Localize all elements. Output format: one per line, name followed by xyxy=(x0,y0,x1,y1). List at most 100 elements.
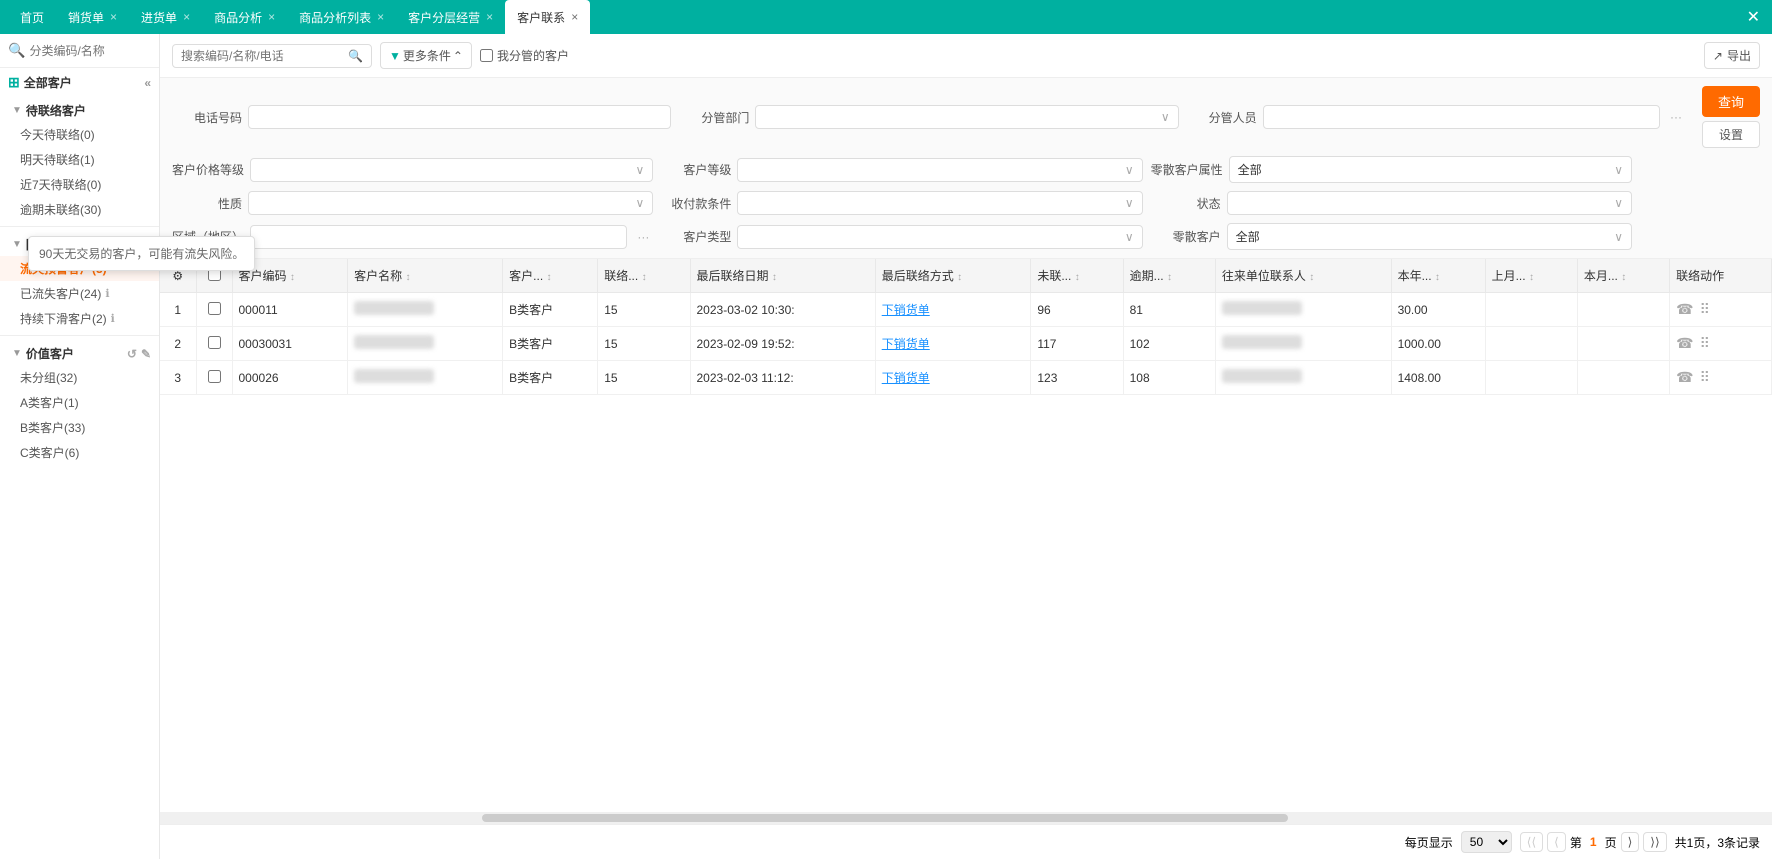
cell-action-2[interactable]: ☎ ⠿ xyxy=(1670,361,1772,395)
collapse-icon[interactable]: « xyxy=(144,76,151,90)
refresh-icon[interactable]: ↺ xyxy=(127,347,137,361)
price-level-select[interactable]: ∨ xyxy=(250,158,653,182)
sidebar-group-pending[interactable]: ▼ 待联络客户 xyxy=(0,97,159,122)
search-submit-icon[interactable]: 🔍 xyxy=(348,49,363,63)
close-purchase-tab-icon[interactable]: × xyxy=(183,10,190,24)
group-arrow-icon: ▼ xyxy=(12,105,22,116)
export-icon: ↗ xyxy=(1713,49,1723,63)
retail-arrow-icon: ∨ xyxy=(1614,230,1623,244)
action-more-icon-2[interactable]: ⠿ xyxy=(1700,369,1710,386)
action-phone-icon-2[interactable]: ☎ xyxy=(1676,369,1693,386)
prev-page-button[interactable]: ⟨ xyxy=(1547,832,1566,852)
th-contact-person[interactable]: 往来单位联系人 xyxy=(1215,259,1391,293)
phone-input[interactable] xyxy=(248,105,671,129)
row-checkbox-0[interactable] xyxy=(208,302,221,315)
nav-tab-customer-contact[interactable]: 客户联系 × xyxy=(505,0,590,34)
sidebar-group-value[interactable]: ▼ 价值客户 ↺ ✎ xyxy=(0,340,159,365)
region-dots-icon[interactable]: ··· xyxy=(633,230,653,244)
horizontal-scrollbar[interactable] xyxy=(160,812,1772,824)
export-button[interactable]: ↗ 导出 xyxy=(1704,42,1760,69)
cell-last-method-0[interactable]: 下销货单 xyxy=(875,293,1031,327)
nav-tab-sales[interactable]: 销货单 × xyxy=(56,0,129,34)
more-conditions-button[interactable]: ▼ 更多条件 ⌃ xyxy=(380,42,472,69)
nav-tab-customer-tier[interactable]: 客户分层经营 × xyxy=(396,0,505,34)
row-checkbox-2[interactable] xyxy=(208,370,221,383)
nav-tab-analysis[interactable]: 商品分析 × xyxy=(202,0,287,34)
sidebar-item-class-c[interactable]: C类客户(6) xyxy=(0,440,159,465)
nav-tab-home[interactable]: 首页 xyxy=(8,0,56,34)
sidebar-item-class-b[interactable]: B类客户(33) xyxy=(0,415,159,440)
sidebar-item-7days[interactable]: 近7天待联络(0) xyxy=(0,172,159,197)
row-checkbox-1[interactable] xyxy=(208,336,221,349)
retail-select[interactable]: 全部 ∨ xyxy=(1227,223,1632,250)
nav-tab-analysis-list[interactable]: 商品分析列表 × xyxy=(287,0,396,34)
sidebar-item-class-a[interactable]: A类客户(1) xyxy=(0,390,159,415)
cell-last-method-1[interactable]: 下销货单 xyxy=(875,327,1031,361)
retail-attr-select[interactable]: 全部 ∨ xyxy=(1229,156,1632,183)
edit-value-icon[interactable]: ✎ xyxy=(141,347,151,361)
my-customers-checkbox[interactable] xyxy=(480,49,493,62)
group-value-label: 价值客户 xyxy=(26,345,74,362)
nature-select[interactable]: ∨ xyxy=(248,191,653,215)
status-select[interactable]: ∨ xyxy=(1227,191,1632,215)
th-last-month[interactable]: 上月... xyxy=(1485,259,1577,293)
table-container[interactable]: ⚙ 客户编码 客户名称 客户... xyxy=(160,259,1772,812)
th-name[interactable]: 客户名称 xyxy=(348,259,503,293)
next-page-button[interactable]: ⟩ xyxy=(1621,832,1640,852)
action-more-icon-1[interactable]: ⠿ xyxy=(1700,335,1710,352)
last-page-button[interactable]: ⟩⟩ xyxy=(1643,832,1666,852)
cell-action-1[interactable]: ☎ ⠿ xyxy=(1670,327,1772,361)
close-analysis-list-tab-icon[interactable]: × xyxy=(377,10,384,24)
sidebar-item-tomorrow[interactable]: 明天待联络(1) xyxy=(0,147,159,172)
cell-check-2[interactable] xyxy=(196,361,232,395)
sidebar-search-input[interactable] xyxy=(29,44,160,58)
cell-check-1[interactable] xyxy=(196,327,232,361)
sidebar-item-declining[interactable]: 持续下滑客户(2) ℹ xyxy=(0,306,159,331)
close-customer-contact-tab-icon[interactable]: × xyxy=(571,10,578,24)
th-uncontacted[interactable]: 未联... xyxy=(1031,259,1123,293)
action-more-icon-0[interactable]: ⠿ xyxy=(1700,301,1710,318)
query-button[interactable]: 查询 xyxy=(1702,86,1760,117)
close-analysis-tab-icon[interactable]: × xyxy=(268,10,275,24)
th-contacts[interactable]: 联络... xyxy=(598,259,690,293)
cell-last-method-2[interactable]: 下销货单 xyxy=(875,361,1031,395)
customer-level-select[interactable]: ∨ xyxy=(737,158,1142,182)
sidebar-item-overdue[interactable]: 逾期未联络(30) xyxy=(0,197,159,222)
action-phone-icon-1[interactable]: ☎ xyxy=(1676,335,1693,352)
th-year-amount[interactable]: 本年... xyxy=(1391,259,1485,293)
sidebar-search-icon[interactable]: 🔍 xyxy=(8,42,25,59)
cell-code-2: 000026 xyxy=(232,361,348,395)
manager-input[interactable] xyxy=(1263,105,1660,129)
th-last-method[interactable]: 最后联络方式 xyxy=(875,259,1031,293)
th-last-month-label: 上月... xyxy=(1492,269,1526,283)
payment-select[interactable]: ∨ xyxy=(737,191,1142,215)
filter-panel: 电话号码 分管部门 ∨ 分管人员 ··· 查询 设置 xyxy=(160,78,1772,259)
search-input[interactable] xyxy=(181,49,344,63)
close-sales-tab-icon[interactable]: × xyxy=(110,10,117,24)
sidebar-item-churned[interactable]: 已流失客户(24) ℹ xyxy=(0,281,159,306)
th-last-date[interactable]: 最后联络日期 xyxy=(690,259,875,293)
close-customer-tier-tab-icon[interactable]: × xyxy=(486,10,493,24)
th-overdue[interactable]: 逾期... xyxy=(1123,259,1215,293)
first-page-button[interactable]: ⟨⟨ xyxy=(1520,832,1543,852)
dept-arrow-icon: ∨ xyxy=(1161,110,1170,124)
divider1 xyxy=(0,226,159,227)
th-customer-type[interactable]: 客户... xyxy=(503,259,598,293)
sidebar-item-ungrouped[interactable]: 未分组(32) xyxy=(0,365,159,390)
sidebar-all-customers[interactable]: ⊞ 全部客户 « xyxy=(0,68,159,97)
cell-check-0[interactable] xyxy=(196,293,232,327)
action-phone-icon-0[interactable]: ☎ xyxy=(1676,301,1693,318)
manager-dots-icon[interactable]: ··· xyxy=(1666,110,1686,124)
close-all-button[interactable]: ✕ xyxy=(1743,3,1764,31)
th-this-month[interactable]: 本月... xyxy=(1577,259,1669,293)
sidebar-item-today[interactable]: 今天待联络(0) xyxy=(0,122,159,147)
cell-contacts-0: 15 xyxy=(598,293,690,327)
customer-type-select[interactable]: ∨ xyxy=(737,225,1142,249)
settings-button[interactable]: 设置 xyxy=(1702,121,1760,148)
nav-tab-purchase[interactable]: 进货单 × xyxy=(129,0,202,34)
cell-action-0[interactable]: ☎ ⠿ xyxy=(1670,293,1772,327)
dept-select[interactable]: ∨ xyxy=(755,105,1178,129)
page-size-select[interactable]: 50 100 200 xyxy=(1461,831,1512,853)
region-input[interactable] xyxy=(250,225,627,249)
more-conditions-label: 更多条件 xyxy=(403,47,451,64)
